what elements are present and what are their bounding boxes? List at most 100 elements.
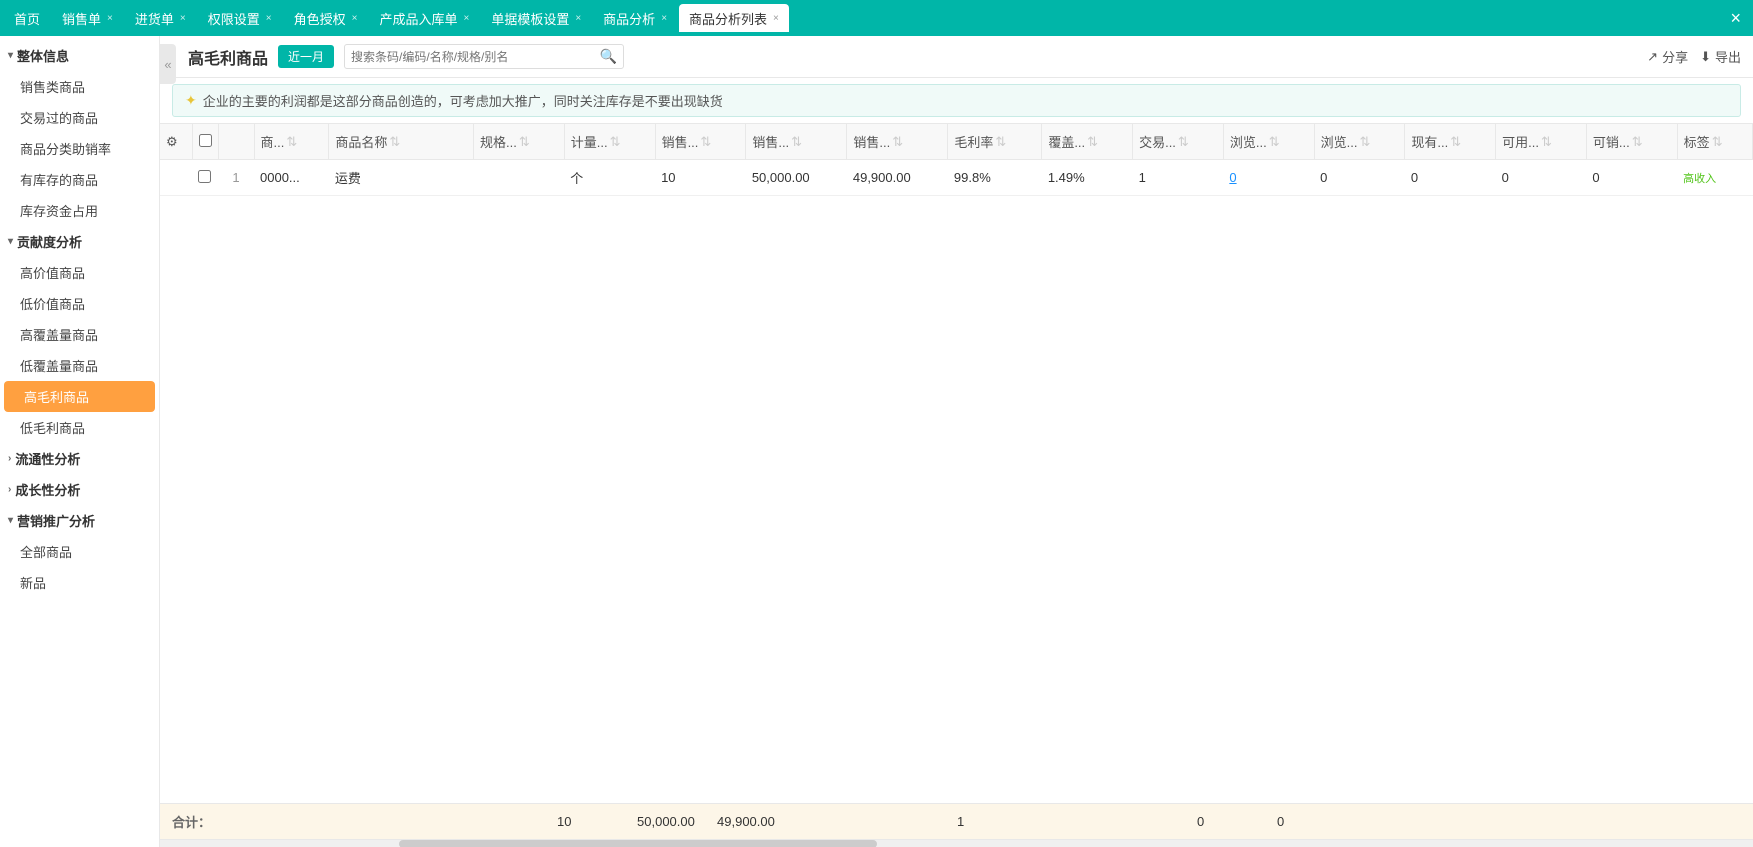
info-bar: ✦ 企业的主要的利润都是这部分商品创造的，可考虑加大推广，同时关注库存是不要出现… [172,84,1741,117]
col-code[interactable]: 商... ⇅ [254,124,329,160]
row-checkbox[interactable] [198,170,211,183]
content-area: « 高毛利商品 近一月 🔍 ↗ 分享 ⬇ 导出 ✦ [160,36,1753,847]
col-sale-qty[interactable]: 销售... ⇅ [655,124,746,160]
footer-available1: 0 [1191,814,1271,829]
close-icon[interactable]: × [773,13,779,24]
col-unit[interactable]: 计量... ⇅ [564,124,655,160]
sort-icon: ⇅ [892,134,903,150]
tab-product-analysis[interactable]: 商品分析 × [593,4,677,32]
col-sale-amt[interactable]: 销售... ⇅ [746,124,847,160]
export-icon: ⬇ [1700,49,1711,65]
search-input[interactable] [351,50,600,64]
sidebar-group-growth[interactable]: › 成长性分析 [0,474,159,505]
close-icon[interactable]: × [575,13,581,24]
table-row: 1 0000... 运费 个 10 [160,160,1753,196]
sidebar-group-liquidity[interactable]: › 流通性分析 [0,443,159,474]
export-button[interactable]: ⬇ 导出 [1700,47,1741,66]
col-saleable[interactable]: 可销... ⇅ [1586,124,1677,160]
tab-roles[interactable]: 角色授权 × [284,4,368,32]
sort-icon: ⇅ [1087,134,1098,150]
sidebar-collapse-button[interactable]: « [160,44,176,84]
table-header-row: ⚙ 商... ⇅ [160,124,1753,160]
col-settings[interactable]: ⚙ [160,124,192,160]
row-unit-cell: 个 [564,160,655,196]
top-navigation: 首页 销售单 × 进货单 × 权限设置 × 角色授权 × 产成品入库单 × 单据… [0,0,1753,36]
close-all-tabs-button[interactable]: × [1722,8,1749,29]
sidebar-item-all-products[interactable]: 全部商品 [0,536,159,567]
col-coverage[interactable]: 覆盖... ⇅ [1042,124,1133,160]
row-name-cell: 运费 [329,160,474,196]
col-available1[interactable]: 现有... ⇅ [1405,124,1496,160]
row-spec-cell [474,160,565,196]
tab-sales-order[interactable]: 销售单 × [52,4,123,32]
sidebar-item-new-products[interactable]: 新品 [0,567,159,598]
filter-recent-month-button[interactable]: 近一月 [278,45,334,68]
sidebar-item-traded-products[interactable]: 交易过的商品 [0,102,159,133]
sidebar-group-marketing[interactable]: ▾ 营销推广分析 [0,505,159,536]
close-icon[interactable]: × [661,13,667,24]
row-checkbox-cell [192,160,218,196]
sidebar-item-stock-capital[interactable]: 库存资金占用 [0,195,159,226]
row-sale-qty-cell: 10 [655,160,746,196]
sort-icon: ⇅ [1269,134,1280,150]
sidebar-item-stock-products[interactable]: 有库存的商品 [0,164,159,195]
sidebar-item-low-coverage[interactable]: 低覆盖量商品 [0,350,159,381]
row-trade-cell: 1 [1133,160,1224,196]
chevron-down-icon: ▾ [8,50,13,61]
sort-icon: ⇅ [700,134,711,150]
col-sale-profit[interactable]: 销售... ⇅ [847,124,948,160]
tab-product-analysis-list[interactable]: 商品分析列表 × [679,4,789,32]
sidebar-item-high-coverage[interactable]: 高覆盖量商品 [0,319,159,350]
scroll-thumb[interactable] [399,840,877,847]
tab-purchase-order[interactable]: 进货单 × [125,4,196,32]
footer-sale-amt: 50,000.00 [631,814,711,829]
col-available2[interactable]: 可用... ⇅ [1496,124,1587,160]
row-num-cell: 1 [218,160,254,196]
close-icon[interactable]: × [352,13,358,24]
close-icon[interactable]: × [266,13,272,24]
tab-template[interactable]: 单据模板设置 × [481,4,591,32]
sidebar-group-contribution[interactable]: ▾ 贡献度分析 [0,226,159,257]
close-icon[interactable]: × [463,13,469,24]
select-all-checkbox[interactable] [199,134,212,147]
sort-icon: ⇅ [610,134,621,150]
chevron-down-icon: ▾ [8,236,13,247]
col-tag[interactable]: 标签 ⇅ [1677,124,1752,160]
col-name[interactable]: 商品名称 ⇅ [329,124,474,160]
sidebar-item-low-margin[interactable]: 低毛利商品 [0,412,159,443]
sidebar-item-low-value[interactable]: 低价值商品 [0,288,159,319]
tab-permissions[interactable]: 权限设置 × [198,4,282,32]
col-spec[interactable]: 规格... ⇅ [474,124,565,160]
sort-icon: ⇅ [995,134,1006,150]
chevron-right-icon: › [8,484,11,495]
close-icon[interactable]: × [107,13,113,24]
col-trade[interactable]: 交易... ⇅ [1133,124,1224,160]
table-wrapper: ⚙ 商... ⇅ [160,123,1753,803]
footer-sale-profit: 49,900.00 [711,814,791,829]
chevron-down-icon: ▾ [8,515,13,526]
sidebar: ▾ 整体信息 销售类商品 交易过的商品 商品分类助销率 有库存的商品 库存资金占… [0,36,160,847]
col-browse1[interactable]: 浏览... ⇅ [1223,124,1314,160]
search-icon[interactable]: 🔍 [600,48,617,65]
col-browse2[interactable]: 浏览... ⇅ [1314,124,1405,160]
share-button[interactable]: ↗ 分享 [1647,47,1688,66]
sidebar-item-sales-products[interactable]: 销售类商品 [0,71,159,102]
footer-available2: 0 [1271,814,1351,829]
close-icon[interactable]: × [180,13,186,24]
footer-trade: 1 [951,814,1031,829]
col-num [218,124,254,160]
horizontal-scrollbar[interactable] [160,839,1753,847]
sidebar-item-high-value[interactable]: 高价值商品 [0,257,159,288]
page-title: 高毛利商品 [188,45,268,69]
col-gross-rate[interactable]: 毛利率 ⇅ [948,124,1042,160]
sort-icon: ⇅ [1359,134,1370,150]
sidebar-group-overall[interactable]: ▾ 整体信息 [0,40,159,71]
tab-production[interactable]: 产成品入库单 × [369,4,479,32]
sort-icon: ⇅ [389,134,400,150]
sidebar-item-high-margin[interactable]: 高毛利商品 [4,381,155,412]
tab-home[interactable]: 首页 [4,4,50,32]
row-tag-cell: 高收入 [1677,160,1752,196]
footer-sale-qty: 10 [551,814,631,829]
sidebar-item-category-sales-rate[interactable]: 商品分类助销率 [0,133,159,164]
sort-icon: ⇅ [791,134,802,150]
